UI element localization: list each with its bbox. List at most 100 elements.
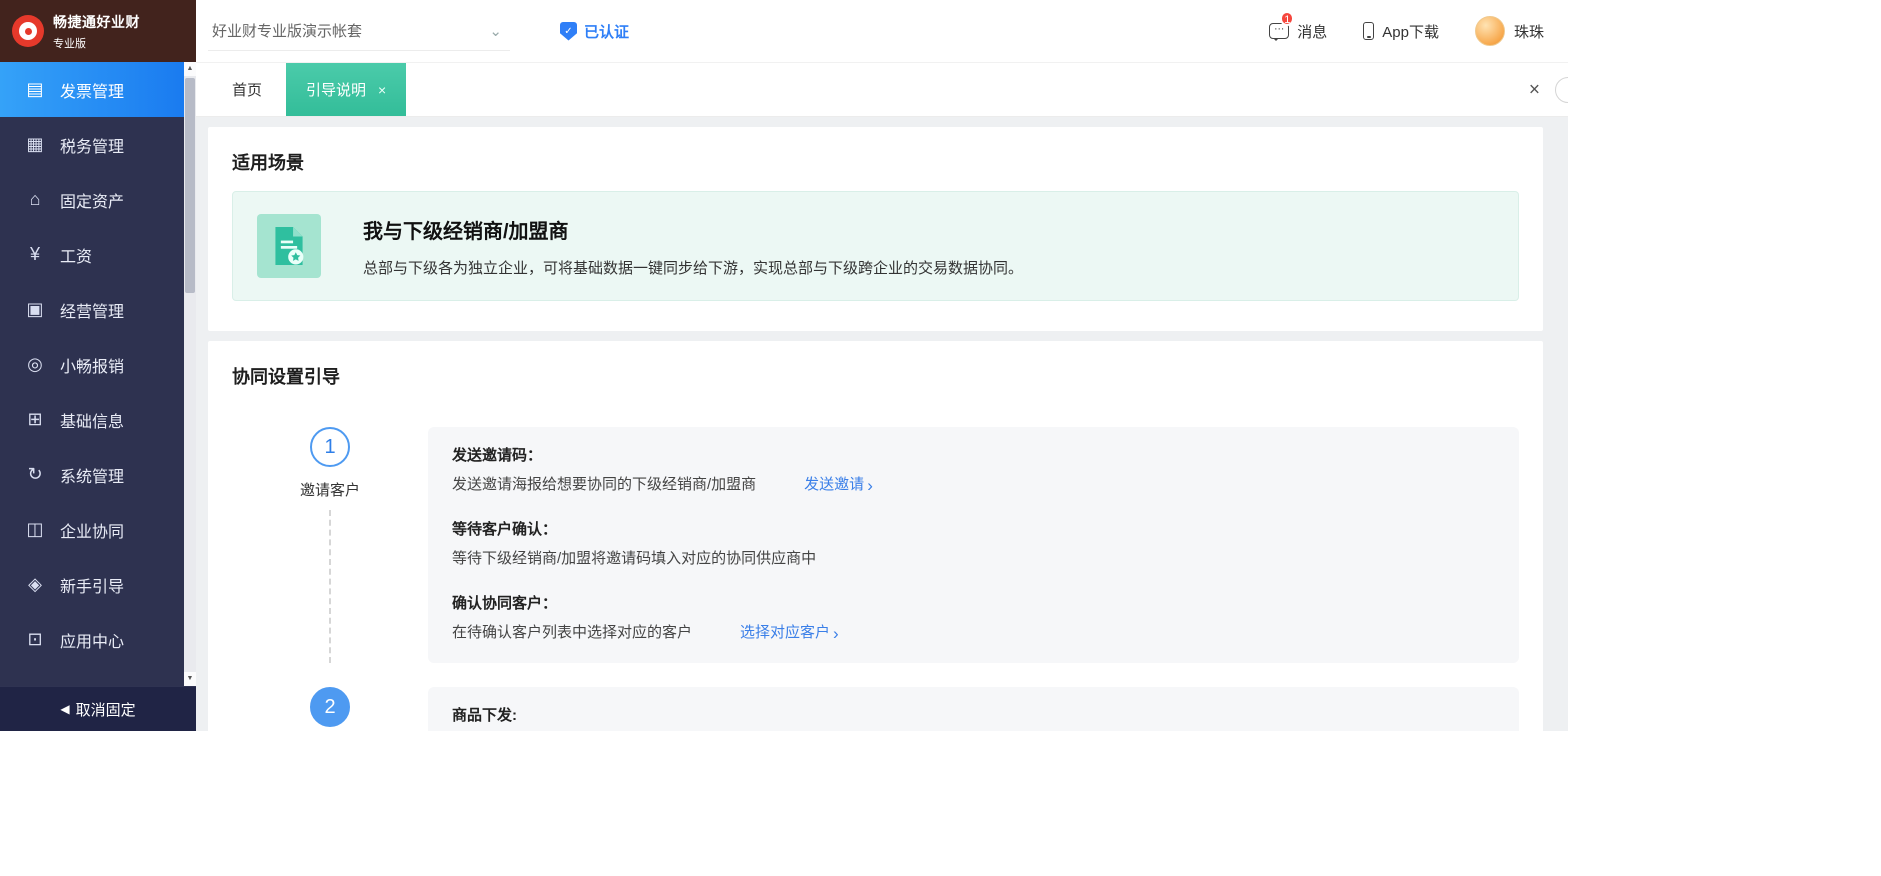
sidebar-item-label: 新手引导 xyxy=(60,578,125,596)
scroll-down-button[interactable]: ▼ xyxy=(184,672,196,686)
scenario-card: 我与下级经销商/加盟商 总部与下级各为独立企业，可将基础数据一键同步给下游，实现… xyxy=(232,191,1519,301)
scroll-up-button[interactable]: ▲ xyxy=(184,62,196,76)
sidebar-item-collaboration[interactable]: ◫ 企业协同 xyxy=(0,502,184,557)
sidebar-item-basic-info[interactable]: ⊞ 基础信息 xyxy=(0,392,184,447)
account-selector[interactable]: 好业财专业版演示帐套 ⌄ xyxy=(208,11,510,51)
page-content: 适用场景 我与下级经销商/加盟商 总部与下级各为独立企业，可将基础数据一键同步给… xyxy=(196,117,1568,731)
tab-bar: 首页 引导说明 × × xyxy=(196,62,1568,117)
brand-text: 畅捷通好业财 专业版 xyxy=(53,12,140,51)
sidebar-item-label: 小畅报销 xyxy=(60,358,125,376)
sidebar-item-reimburse[interactable]: ◎ 小畅报销 xyxy=(0,337,184,392)
document-star-icon xyxy=(257,214,321,278)
shield-icon: ✓ xyxy=(560,21,577,41)
sidebar-item-label: 应用中心 xyxy=(60,633,125,651)
sidebar-item-app-center[interactable]: ⊡ 应用中心 xyxy=(0,612,184,667)
step-item-title: 等待客户确认： xyxy=(452,521,558,538)
scenario-card-description: 总部与下级各为独立企业，可将基础数据一键同步给下游，实现总部与下级跨企业的交易数… xyxy=(363,259,1024,277)
sidebar-item-fixed-assets[interactable]: ⌂ 固定资产 xyxy=(0,172,184,227)
step-1-marker: 1 邀请客户 xyxy=(232,427,428,663)
scrollbar-thumb[interactable] xyxy=(185,78,195,293)
step-item-text: 发送邀请海报给想要协同的下级经销商/加盟商 xyxy=(452,476,757,493)
sidebar-item-label: 经营管理 xyxy=(60,303,125,321)
sidebar-item-tax[interactable]: ▦ 税务管理 xyxy=(0,117,184,172)
step-1-number: 1 xyxy=(310,427,350,467)
step-2-content: 商品下发: xyxy=(428,687,1519,731)
step-item-title: 商品下发: xyxy=(452,707,517,724)
screen: 畅捷通好业财 专业版 ▤ 发票管理 ▦ 税务管理 ⌂ 固定资产 ¥ 工资 ▣ 经… xyxy=(0,0,1881,876)
unpin-sidebar-button[interactable]: ◀ 取消固定 xyxy=(0,686,196,731)
app-download-button[interactable]: App下载 xyxy=(1363,21,1439,42)
chevron-right-icon: › xyxy=(867,475,873,495)
avatar xyxy=(1474,16,1505,46)
tab-guide-label: 引导说明 xyxy=(306,82,367,99)
step-item-line: 发送邀请海报给想要协同的下级经销商/加盟商 发送邀请 › xyxy=(452,473,1495,497)
sidebar: 畅捷通好业财 专业版 ▤ 发票管理 ▦ 税务管理 ⌂ 固定资产 ¥ 工资 ▣ 经… xyxy=(0,0,196,731)
basic-info-icon: ⊞ xyxy=(27,409,43,429)
sidebar-item-newbie-guide[interactable]: ◈ 新手引导 xyxy=(0,557,184,612)
sidebar-item-label: 发票管理 xyxy=(60,83,125,101)
step-2: 2 商品下发: xyxy=(232,687,1519,731)
sidebar-item-label: 企业协同 xyxy=(60,523,125,541)
close-tabs-button[interactable]: × xyxy=(1529,80,1540,99)
app-window: 畅捷通好业财 专业版 ▤ 发票管理 ▦ 税务管理 ⌂ 固定资产 ¥ 工资 ▣ 经… xyxy=(0,0,1568,731)
certified-badge: ✓ 已认证 xyxy=(560,21,629,42)
newbie-guide-icon: ◈ xyxy=(28,574,42,594)
chevron-right-icon: › xyxy=(833,623,839,643)
messages-button[interactable]: ⋯ 1 消息 xyxy=(1269,10,1328,42)
invoice-icon: ▤ xyxy=(26,79,44,99)
sidebar-nav: ▤ 发票管理 ▦ 税务管理 ⌂ 固定资产 ¥ 工资 ▣ 经营管理 ◎ 小畅报销 … xyxy=(0,62,184,686)
scenario-section: 适用场景 我与下级经销商/加盟商 总部与下级各为独立企业，可将基础数据一键同步给… xyxy=(208,127,1543,331)
sidebar-item-system-mgmt[interactable]: ↻ 系统管理 xyxy=(0,447,184,502)
messages-label: 消息 xyxy=(1297,23,1328,41)
tab-close-icon[interactable]: × xyxy=(378,82,386,98)
payroll-icon: ¥ xyxy=(29,244,40,264)
send-invite-link-label: 发送邀请 xyxy=(804,476,865,493)
scenario-text: 我与下级经销商/加盟商 总部与下级各为独立企业，可将基础数据一键同步给下游，实现… xyxy=(363,215,1023,278)
guide-steps: 1 邀请客户 发送邀请码： 发送邀请海报给想要协同的下级经销商/加盟商 发送邀请… xyxy=(232,427,1519,731)
main-area: 好业财专业版演示帐套 ⌄ ✓ 已认证 ⋯ 1 消息 App下载 珠珠 首页 引导… xyxy=(196,0,1568,731)
step-item-title: 发送邀请码： xyxy=(452,447,543,464)
sidebar-item-invoice[interactable]: ▤ 发票管理 xyxy=(0,62,184,117)
user-menu[interactable]: 珠珠 xyxy=(1474,16,1544,46)
scenario-heading: 适用场景 xyxy=(232,153,304,173)
collapse-left-icon: ◀ xyxy=(60,702,70,716)
certified-label: 已认证 xyxy=(584,23,630,41)
app-center-icon: ⊡ xyxy=(27,629,43,649)
brand-subtitle: 专业版 xyxy=(53,37,86,50)
step-item: 等待客户确认： 等待下级经销商/加盟将邀请码填入对应的协同供应商中 xyxy=(452,519,1495,571)
step-1: 1 邀请客户 发送邀请码： 发送邀请海报给想要协同的下级经销商/加盟商 发送邀请… xyxy=(232,427,1519,663)
messages-count-badge: 1 xyxy=(1280,10,1295,26)
business-mgmt-icon: ▣ xyxy=(26,299,44,319)
step-item: 商品下发: xyxy=(452,705,1495,727)
tab-home-label: 首页 xyxy=(232,82,263,99)
system-mgmt-icon: ↻ xyxy=(27,464,43,484)
tab-guide[interactable]: 引导说明 × xyxy=(286,63,407,116)
tax-icon: ▦ xyxy=(26,134,44,154)
step-item-text: 在待确认客户列表中选择对应的客户 xyxy=(452,624,693,641)
step-item: 发送邀请码： 发送邀请海报给想要协同的下级经销商/加盟商 发送邀请 › xyxy=(452,445,1495,497)
brand-logo-icon xyxy=(12,15,44,47)
sidebar-item-business-mgmt[interactable]: ▣ 经营管理 xyxy=(0,282,184,337)
step-connector xyxy=(329,510,331,663)
step-item-text: 等待下级经销商/加盟将邀请码填入对应的协同供应商中 xyxy=(452,550,817,567)
step-1-label: 邀请客户 xyxy=(299,482,360,499)
sidebar-item-label: 系统管理 xyxy=(60,468,125,486)
sidebar-item-label: 基础信息 xyxy=(60,413,125,431)
tab-home[interactable]: 首页 xyxy=(208,63,286,116)
step-2-number: 2 xyxy=(310,687,350,727)
send-invite-link[interactable]: 发送邀请 › xyxy=(804,473,873,497)
sidebar-item-label: 固定资产 xyxy=(60,193,125,211)
edge-partial-button[interactable] xyxy=(1555,77,1568,103)
topbar-right: ⋯ 1 消息 App下载 珠珠 xyxy=(1269,10,1544,46)
select-customer-link[interactable]: 选择对应客户 › xyxy=(740,621,839,645)
step-item-title: 确认协同客户： xyxy=(452,595,558,612)
topbar: 好业财专业版演示帐套 ⌄ ✓ 已认证 ⋯ 1 消息 App下载 珠珠 xyxy=(196,0,1568,62)
step-item: 确认协同客户： 在待确认客户列表中选择对应的客户 选择对应客户 › xyxy=(452,593,1495,645)
sidebar-scrollbar[interactable]: ▲ ▼ xyxy=(184,62,196,686)
app-download-label: App下载 xyxy=(1382,23,1439,41)
sidebar-item-payroll[interactable]: ¥ 工资 xyxy=(0,227,184,282)
sidebar-item-label: 税务管理 xyxy=(60,138,125,156)
guide-heading: 协同设置引导 xyxy=(232,367,340,387)
brand-title: 畅捷通好业财 xyxy=(53,13,140,30)
step-item-line: 在待确认客户列表中选择对应的客户 选择对应客户 › xyxy=(452,621,1495,645)
